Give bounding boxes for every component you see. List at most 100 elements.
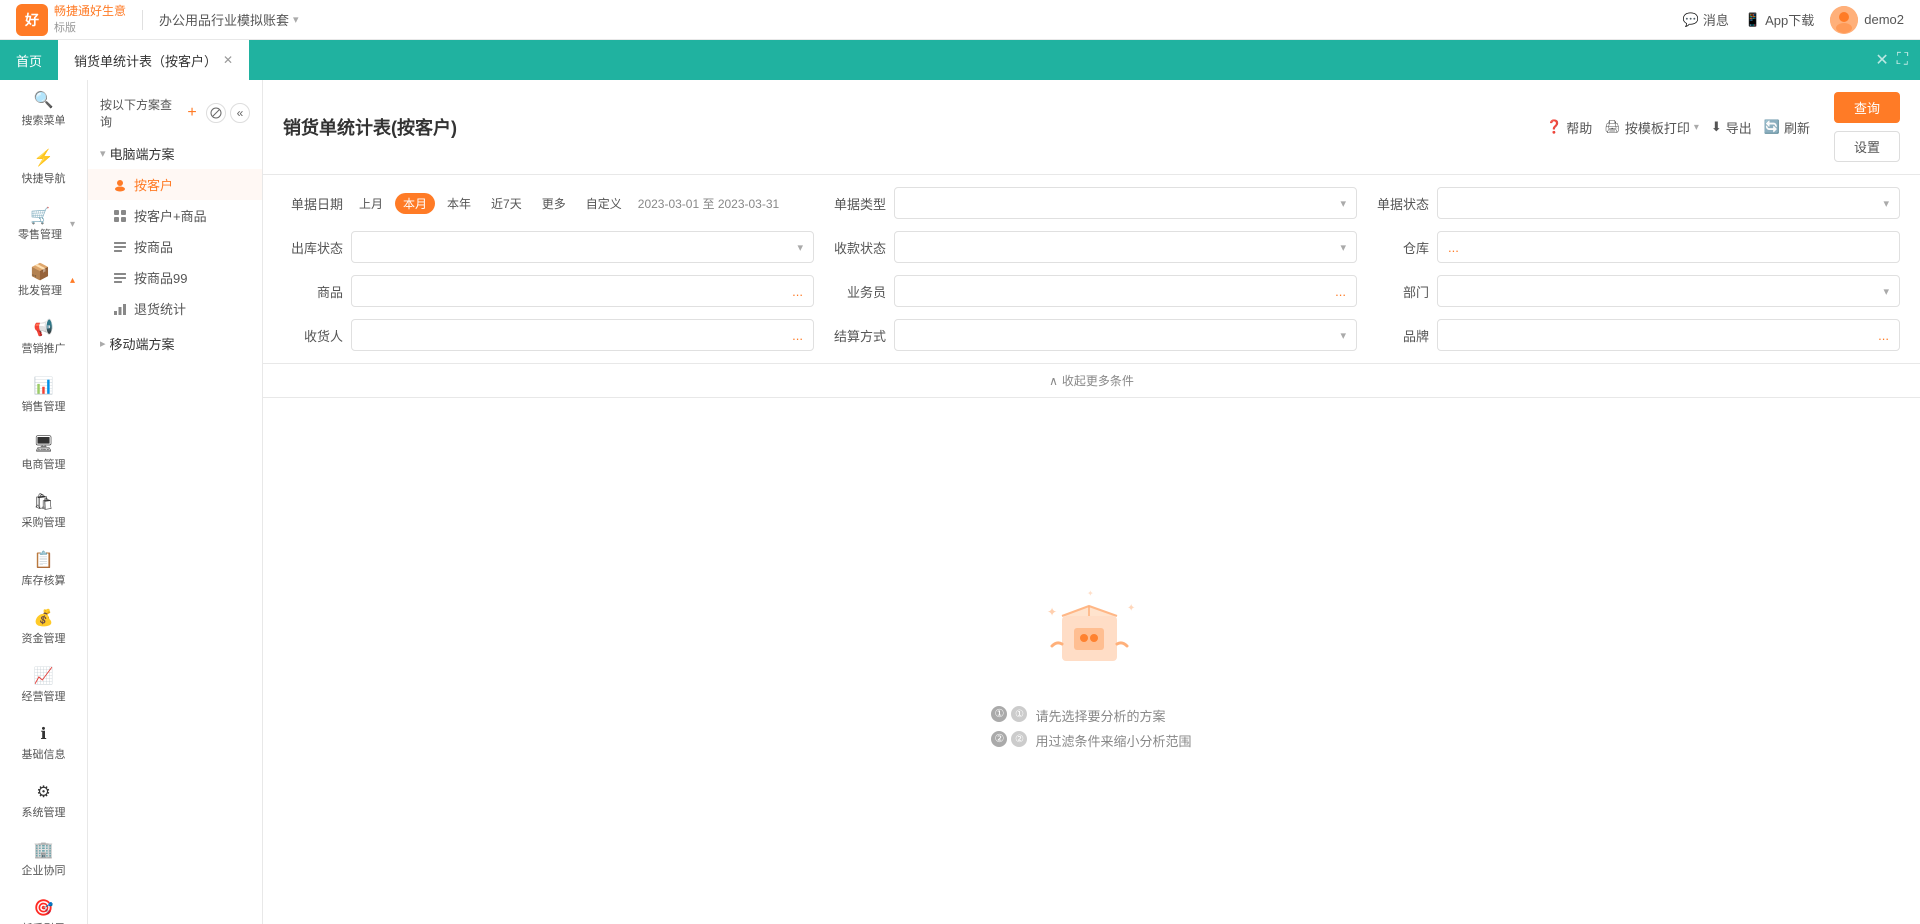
scheme-group-desktop-header[interactable]: ▾ 电脑端方案 [88,138,262,169]
date-tab-last-month[interactable]: 上月 [351,192,391,215]
date-tab-custom[interactable]: 自定义 [578,192,630,215]
sidebar-item-quick-nav[interactable]: ⚡ 快捷导航 [0,138,87,196]
salesman-ellipsis[interactable]: ... [1335,284,1346,299]
operations-icon: 📈 [34,666,54,686]
company-title: 办公用品行业模拟账套 ▾ [159,10,299,29]
scheme-actions: + « [182,103,250,123]
scheme-item-return-stat[interactable]: 退货统计 [88,293,262,324]
triangle-right-icon: ▸ [100,337,106,350]
warehouse-ellipsis[interactable]: ... [1448,240,1459,255]
date-label: 单据日期 [283,194,343,213]
query-button[interactable]: 查询 [1834,92,1900,123]
date-tab-more[interactable]: 更多 [534,192,574,215]
purchase-icon: 🛍 [33,492,53,512]
collapse-scheme-button[interactable]: « [230,103,250,123]
status-select[interactable]: ▾ [1437,187,1900,219]
refresh-icon: 🔄 [1764,119,1780,135]
scheme-item-by-customer-goods[interactable]: 按客户+商品 [88,200,262,231]
sidebar-item-enterprise[interactable]: 🏢 企业协同 [0,830,87,888]
scheme-group-mobile-header[interactable]: ▸ 移动端方案 [88,328,262,359]
dropdown-icon[interactable]: ▾ [293,13,299,26]
filter-row-4: 收货人 ... 结算方式 ▾ [283,319,1900,351]
sidebar-item-finance[interactable]: 💰 资金管理 [0,598,87,656]
content-area: 按以下方案查询 + « ▾ [88,80,1920,924]
dept-select[interactable]: ▾ [1437,275,1900,307]
maximize-icon[interactable]: ⛶ [1897,51,1908,69]
sidebar-item-wholesale[interactable]: 📦 批发管理 ▴ [0,252,87,308]
date-tab-this-year[interactable]: 本年 [439,192,479,215]
tab-sales-stat[interactable]: 销货单统计表（按客户） ✕ [58,40,249,80]
receiver-ellipsis[interactable]: ... [792,328,803,343]
logo-area: 好 畅捷通好生意 标版 [16,4,126,36]
sales-icon: 📊 [34,376,54,396]
filter-row-2: 出库状态 ▾ 收款状态 ▾ [283,231,1900,263]
filter-type: 单据类型 ▾ [826,187,1357,219]
date-tab-this-month[interactable]: 本月 [395,193,435,214]
payment-method-select[interactable]: ▾ [894,319,1357,351]
date-tab-7days[interactable]: 近7天 [483,192,530,215]
payment-status-select[interactable]: ▾ [894,231,1357,263]
sidebar-item-newbie[interactable]: 🎯 新手引导 [0,888,87,924]
page-title: 销货单统计表(按客户) [283,114,457,140]
goods-ellipsis[interactable]: ... [792,284,803,299]
brand-label: 品牌 [1369,326,1429,345]
edit-scheme-button[interactable] [206,103,226,123]
sidebar-label-basic: 基础信息 [22,746,66,762]
type-select[interactable]: ▾ [894,187,1357,219]
sidebar-item-purchase[interactable]: 🛍 采购管理 [0,482,87,540]
message-button[interactable]: 💬 消息 [1683,10,1729,29]
sidebar-item-ecommerce[interactable]: 🖥 电商管理 [0,424,87,482]
receiver-select[interactable]: ... [351,319,814,351]
goods-select[interactable]: ... [351,275,814,307]
brand-select[interactable]: ... [1437,319,1900,351]
sidebar-item-inventory[interactable]: 📋 库存核算 [0,540,87,598]
scheme-item-by-customer[interactable]: 按客户 [88,169,262,200]
scheme-item-by-goods[interactable]: 按商品 [88,231,262,262]
setting-button[interactable]: 设置 [1834,131,1900,162]
user-menu[interactable]: demo2 [1830,6,1904,34]
app-download-button[interactable]: 📱 App下载 [1745,10,1814,29]
query-setting-group: 查询 设置 [1834,92,1900,162]
brand-ellipsis[interactable]: ... [1878,328,1889,343]
export-button[interactable]: ⬇ 导出 [1711,118,1752,137]
payment-status-label: 收款状态 [826,238,886,257]
sidebar-label-search-menu: 搜索菜单 [22,112,66,128]
sidebar-item-operations[interactable]: 📈 经营管理 [0,656,87,714]
add-scheme-button[interactable]: + [182,103,202,123]
date-range-text: 2023-03-01 至 2023-03-31 [638,195,779,212]
by-customer-goods-icon [112,208,128,224]
sidebar-item-basic[interactable]: ℹ 基础信息 [0,714,87,772]
sidebar-item-search-menu[interactable]: 🔍 搜索菜单 [0,80,87,138]
tab-home[interactable]: 首页 [0,40,58,80]
refresh-button[interactable]: 🔄 刷新 [1764,118,1810,137]
sidebar-item-sales[interactable]: 📊 销售管理 [0,366,87,424]
dept-arrow-icon: ▾ [1883,285,1889,298]
type-label: 单据类型 [826,194,886,213]
sidebar-item-system[interactable]: ⚙ 系统管理 [0,772,87,830]
return-stat-icon [112,301,128,317]
user-avatar [1830,6,1858,34]
main-panel: 销货单统计表(按客户) ❓ 帮助 🖨 按模板打印 ▾ ⬇ [263,80,1920,924]
type-arrow-icon: ▾ [1340,197,1346,210]
help-button[interactable]: ❓ 帮助 [1546,118,1592,137]
delivery-select[interactable]: ▾ [351,231,814,263]
return-stat-label: 退货统计 [134,299,186,318]
print-template-button[interactable]: 🖨 按模板打印 ▾ [1604,118,1699,137]
collapse-bar[interactable]: ∧ 收起更多条件 [263,364,1920,398]
hint-2-num: ② [1011,731,1027,747]
filter-payment-method: 结算方式 ▾ [826,319,1357,351]
retail-icon: 🛒 [30,206,50,226]
salesman-select[interactable]: ... [894,275,1357,307]
tab-close-icon[interactable]: ✕ [223,53,233,67]
filter-brand: 品牌 ... [1369,319,1900,351]
warehouse-select[interactable]: ... [1437,231,1900,263]
divider [142,10,143,30]
sidebar-label-finance: 资金管理 [22,630,66,646]
sidebar-item-marketing[interactable]: 📢 营销推广 [0,308,87,366]
scheme-item-by-goods-99[interactable]: 按商品99 [88,262,262,293]
sidebar-label-purchase: 采购管理 [22,514,66,530]
retail-arrow-icon: ▾ [70,219,75,230]
sidebar-item-retail[interactable]: 🛒 零售管理 ▾ [0,196,87,252]
minimize-icon[interactable]: ✕ [1875,50,1888,70]
print-dropdown-icon: ▾ [1694,122,1699,133]
